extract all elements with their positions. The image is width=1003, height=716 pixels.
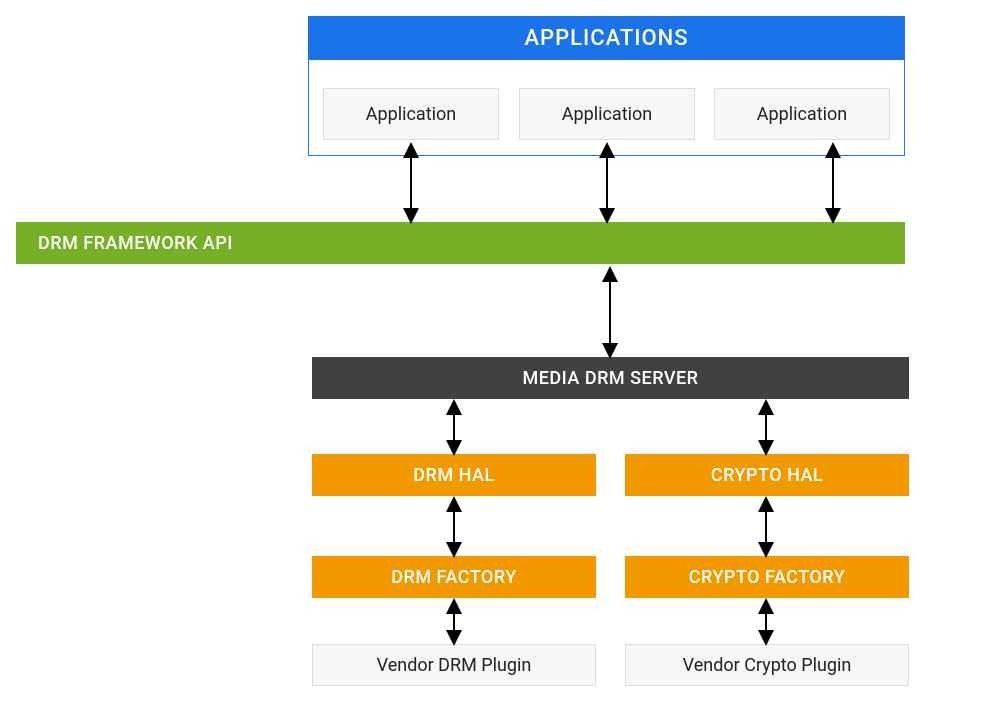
drm-factory-box: DRM FACTORY [312, 556, 596, 598]
crypto-factory-box: CRYPTO FACTORY [625, 556, 909, 598]
application-box-1: Application [323, 88, 499, 140]
vendor-crypto-plugin-box: Vendor Crypto Plugin [625, 644, 909, 686]
application-box-3: Application [714, 88, 890, 140]
drm-framework-api-bar: DRM FRAMEWORK API [16, 222, 905, 264]
vendor-drm-plugin-box: Vendor DRM Plugin [312, 644, 596, 686]
media-drm-server-box: MEDIA DRM SERVER [312, 357, 909, 399]
application-box-2: Application [519, 88, 695, 140]
drm-hal-box: DRM HAL [312, 454, 596, 496]
crypto-hal-box: CRYPTO HAL [625, 454, 909, 496]
applications-header: APPLICATIONS [308, 16, 905, 60]
